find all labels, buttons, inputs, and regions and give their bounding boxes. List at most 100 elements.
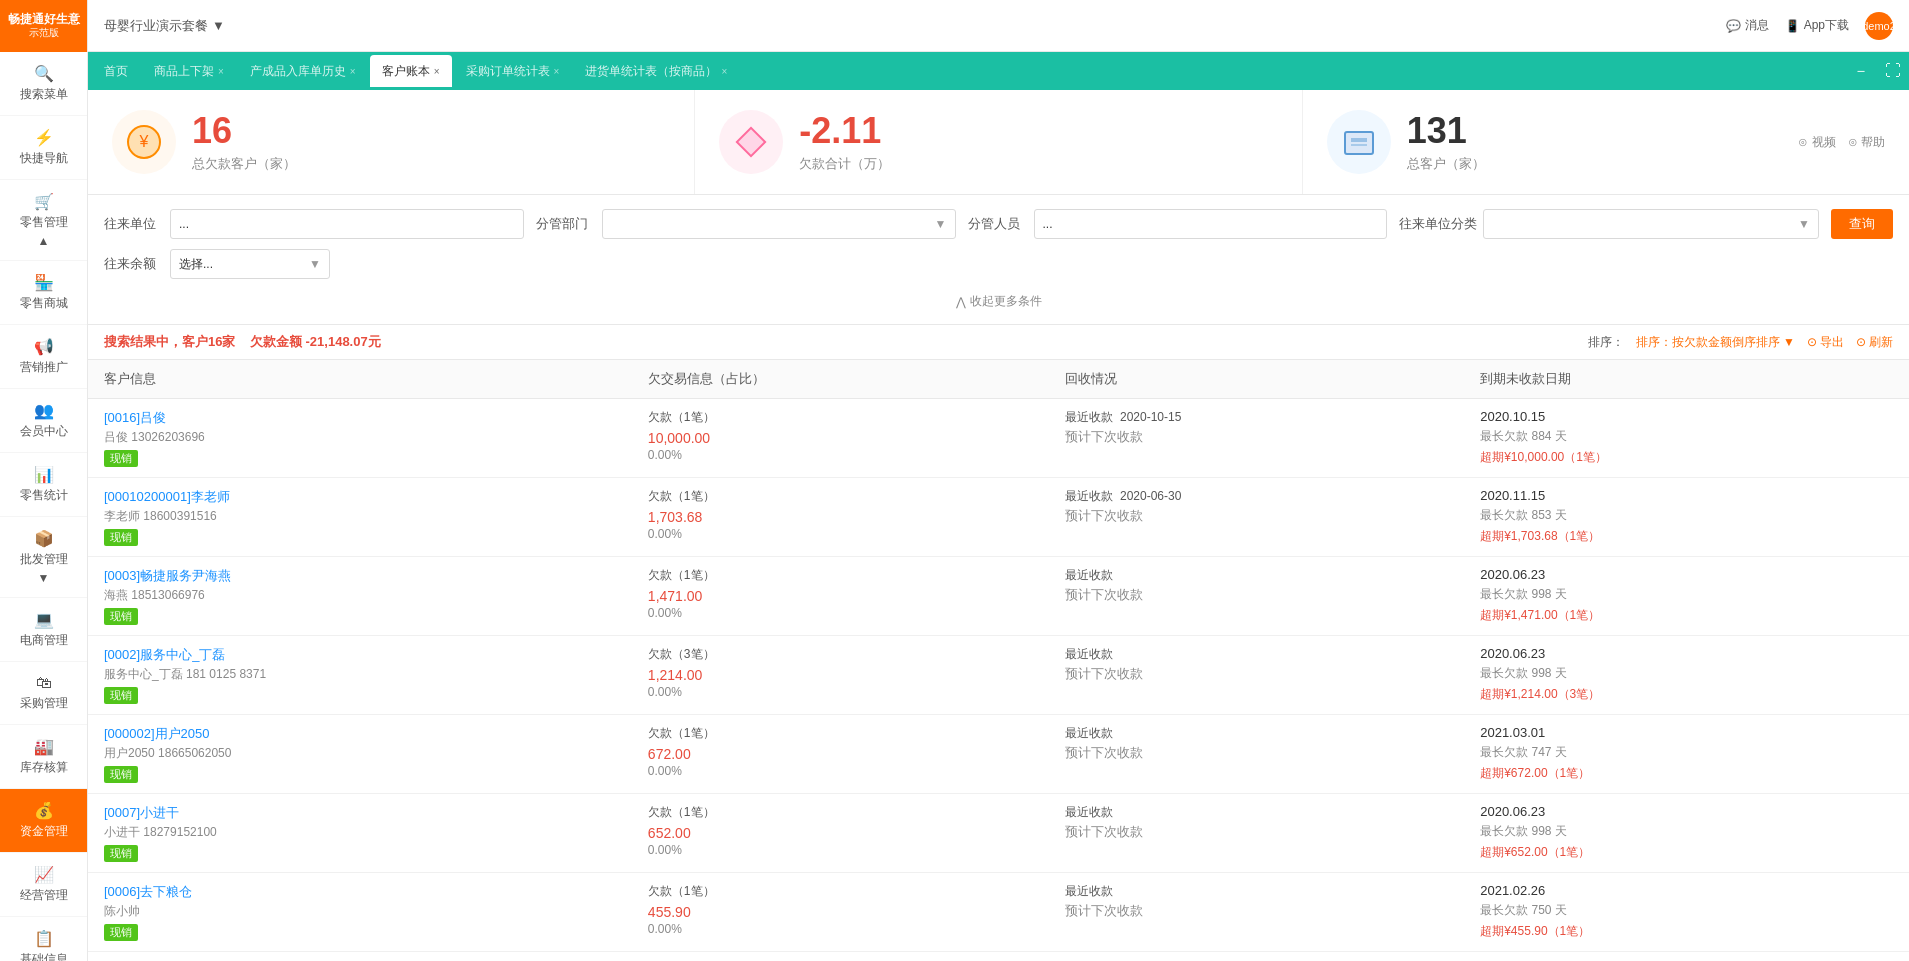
overdue-date: 2020.11.15 (1480, 488, 1893, 503)
unit-category-select[interactable]: ▼ (1483, 209, 1819, 239)
svg-rect-5 (1351, 144, 1367, 146)
tab-label: 客户账本 (382, 63, 430, 80)
table-wrapper: 客户信息 欠交易信息（占比） 回收情况 到期未收款日期 [0016]吕俊 吕俊 … (88, 360, 1909, 961)
overdue-days: 最长欠款 998 天 (1480, 586, 1893, 603)
sort-select[interactable]: 排序：按欠款金额倒序排序 ▼ (1636, 334, 1795, 351)
sidebar-item-batch-mgmt[interactable]: 📦 批发管理 ▼ (0, 517, 87, 598)
window-minimize-icon[interactable]: － (1849, 59, 1873, 84)
sidebar-item-member[interactable]: 👥 会员中心 (0, 389, 87, 453)
logo-sub: 示范版 (29, 26, 59, 40)
customer-name[interactable]: [00010200001]李老师 (104, 488, 616, 506)
tab-customer-account[interactable]: 客户账本 × (370, 55, 452, 87)
app-download-label: App下载 (1804, 17, 1849, 34)
customer-name[interactable]: [0007]小进干 (104, 804, 616, 822)
manager-input[interactable]: ... (1034, 209, 1388, 239)
sidebar-item-finance[interactable]: 💰 资金管理 (0, 789, 87, 853)
last-collect-label: 最近收款 (1065, 646, 1448, 663)
sidebar-item-retail-mall[interactable]: 🏪 零售商城 (0, 261, 87, 325)
sidebar-item-warehouse[interactable]: 🏭 库存核算 (0, 725, 87, 789)
customer-tag: 现销 (104, 845, 138, 862)
customer-contact: 服务中心_丁磊 181 0125 8371 (104, 666, 616, 683)
sidebar-item-operations[interactable]: 📈 经营管理 (0, 853, 87, 917)
sidebar-item-purchase[interactable]: 🛍 采购管理 (0, 662, 87, 725)
collapse-label: 收起更多条件 (970, 293, 1042, 310)
refresh-icon: ⊙ (1856, 335, 1866, 349)
search-icon: 🔍 (34, 64, 54, 83)
overdue-amount: 超期¥652.00（1笔） (1480, 844, 1893, 861)
customer-name[interactable]: [0002]服务中心_丁磊 (104, 646, 616, 664)
window-maximize-icon[interactable]: ⛶ (1881, 60, 1905, 82)
customer-name[interactable]: [000002]用户2050 (104, 725, 616, 743)
close-icon[interactable]: × (350, 66, 356, 77)
sidebar-item-basic-info[interactable]: 📋 基础信息 (0, 917, 87, 961)
chevron-down-icon: ▼ (309, 257, 321, 271)
refresh-btn[interactable]: ⊙ 刷新 (1856, 334, 1893, 351)
last-collect-label: 最近收款 (1065, 883, 1448, 900)
sidebar-item-ecommerce[interactable]: 💻 电商管理 (0, 598, 87, 662)
sidebar-item-quick-nav[interactable]: ⚡ 快捷导航 (0, 116, 87, 180)
customer-name[interactable]: [0006]去下粮仓 (104, 883, 616, 901)
customer-tag: 现销 (104, 608, 138, 625)
export-icon: ⊙ (1807, 335, 1817, 349)
logo-text: 畅捷通好生意 (8, 12, 80, 26)
sort-label-text: 排序：按欠款金额倒序排序 (1636, 334, 1780, 351)
close-icon[interactable]: × (554, 66, 560, 77)
debt-amount-icon (719, 110, 783, 174)
customer-name[interactable]: [0003]畅捷服务尹海燕 (104, 567, 616, 585)
brand-select[interactable]: 母婴行业演示套餐 ▼ (104, 17, 225, 35)
dept-label: 分管部门 (536, 215, 596, 233)
next-collect-label: 预计下次收款 (1065, 507, 1448, 525)
customer-tag: 现销 (104, 450, 138, 467)
collapse-filter-btn[interactable]: ⋀ 收起更多条件 (104, 289, 1893, 314)
col-header-recovery: 回收情况 (1049, 360, 1464, 399)
last-collect-label: 最近收款 2020-06-30 (1065, 488, 1448, 505)
overdue-date: 2020.10.15 (1480, 409, 1893, 424)
balance-select[interactable]: 选择... ▼ (170, 249, 330, 279)
debt-amount: 455.90 (648, 904, 1033, 920)
sidebar-item-label: 会员中心 (20, 423, 68, 440)
dept-select[interactable]: ▼ (602, 209, 956, 239)
overdue-cell: 2020.12.30 最长欠款 808 天 超期¥429.00（1笔） (1464, 952, 1909, 962)
close-icon[interactable]: × (218, 66, 224, 77)
sidebar-item-marketing[interactable]: 📢 营销推广 (0, 325, 87, 389)
data-table: 客户信息 欠交易信息（占比） 回收情况 到期未收款日期 [0016]吕俊 吕俊 … (88, 360, 1909, 961)
message-btn[interactable]: 💬 消息 (1726, 17, 1769, 34)
finance-icon: 💰 (34, 801, 54, 820)
overdue-amount: 超期¥455.90（1笔） (1480, 923, 1893, 940)
debt-count: 欠款（1笔） (648, 409, 1033, 426)
tab-purchase-stats[interactable]: 采购订单统计表 × (454, 55, 572, 87)
overdue-days: 最长欠款 747 天 (1480, 744, 1893, 761)
customer-contact: 李老师 18600391516 (104, 508, 616, 525)
filter-from-unit: 往来单位 ... (104, 209, 524, 239)
help-btn[interactable]: ⊙ 帮助 (1848, 134, 1885, 151)
customer-contact: 小进干 18279152100 (104, 824, 616, 841)
username: demo2 (1862, 20, 1896, 32)
app-download-btn[interactable]: 📱 App下载 (1785, 17, 1849, 34)
sidebar-item-retail-mgmt[interactable]: 🛒 零售管理 ▲ (0, 180, 87, 261)
col-header-debt: 欠交易信息（占比） (632, 360, 1049, 399)
export-btn[interactable]: ⊙ 导出 (1807, 334, 1844, 351)
close-icon[interactable]: × (721, 66, 727, 77)
avatar[interactable]: demo2 (1865, 12, 1893, 40)
brand-name: 母婴行业演示套餐 (104, 17, 208, 35)
search-button[interactable]: 查询 (1831, 209, 1893, 239)
tab-production-history[interactable]: 产成品入库单历史 × (238, 55, 368, 87)
sort-label: 排序： (1588, 334, 1624, 351)
sidebar-item-retail-stats[interactable]: 📊 零售统计 (0, 453, 87, 517)
results-bar: 搜索结果中，客户16家 欠款金额 -21,148.07元 排序： 排序：按欠款金… (88, 325, 1909, 360)
tab-import-stats[interactable]: 进货单统计表（按商品） × (573, 55, 739, 87)
recovery-cell: 最近收款 预计下次收款 (1049, 794, 1464, 873)
overdue-days: 最长欠款 750 天 (1480, 902, 1893, 919)
from-unit-input[interactable]: ... (170, 209, 524, 239)
sidebar-item-search[interactable]: 🔍 搜索菜单 (0, 52, 87, 116)
customer-name[interactable]: [0016]吕俊 (104, 409, 616, 427)
close-icon[interactable]: × (434, 66, 440, 77)
video-btn[interactable]: ⊙ 视频 (1798, 134, 1835, 151)
tab-home[interactable]: 首页 (92, 55, 140, 87)
tab-product-shelf[interactable]: 商品上下架 × (142, 55, 236, 87)
chevron-down-icon: ▼ (935, 217, 947, 231)
recovery-cell: 最近收款 预计下次收款 (1049, 715, 1464, 794)
refresh-label: 刷新 (1869, 334, 1893, 351)
filter-manager: 分管人员 ... (968, 209, 1388, 239)
customer-contact: 海燕 18513066976 (104, 587, 616, 604)
